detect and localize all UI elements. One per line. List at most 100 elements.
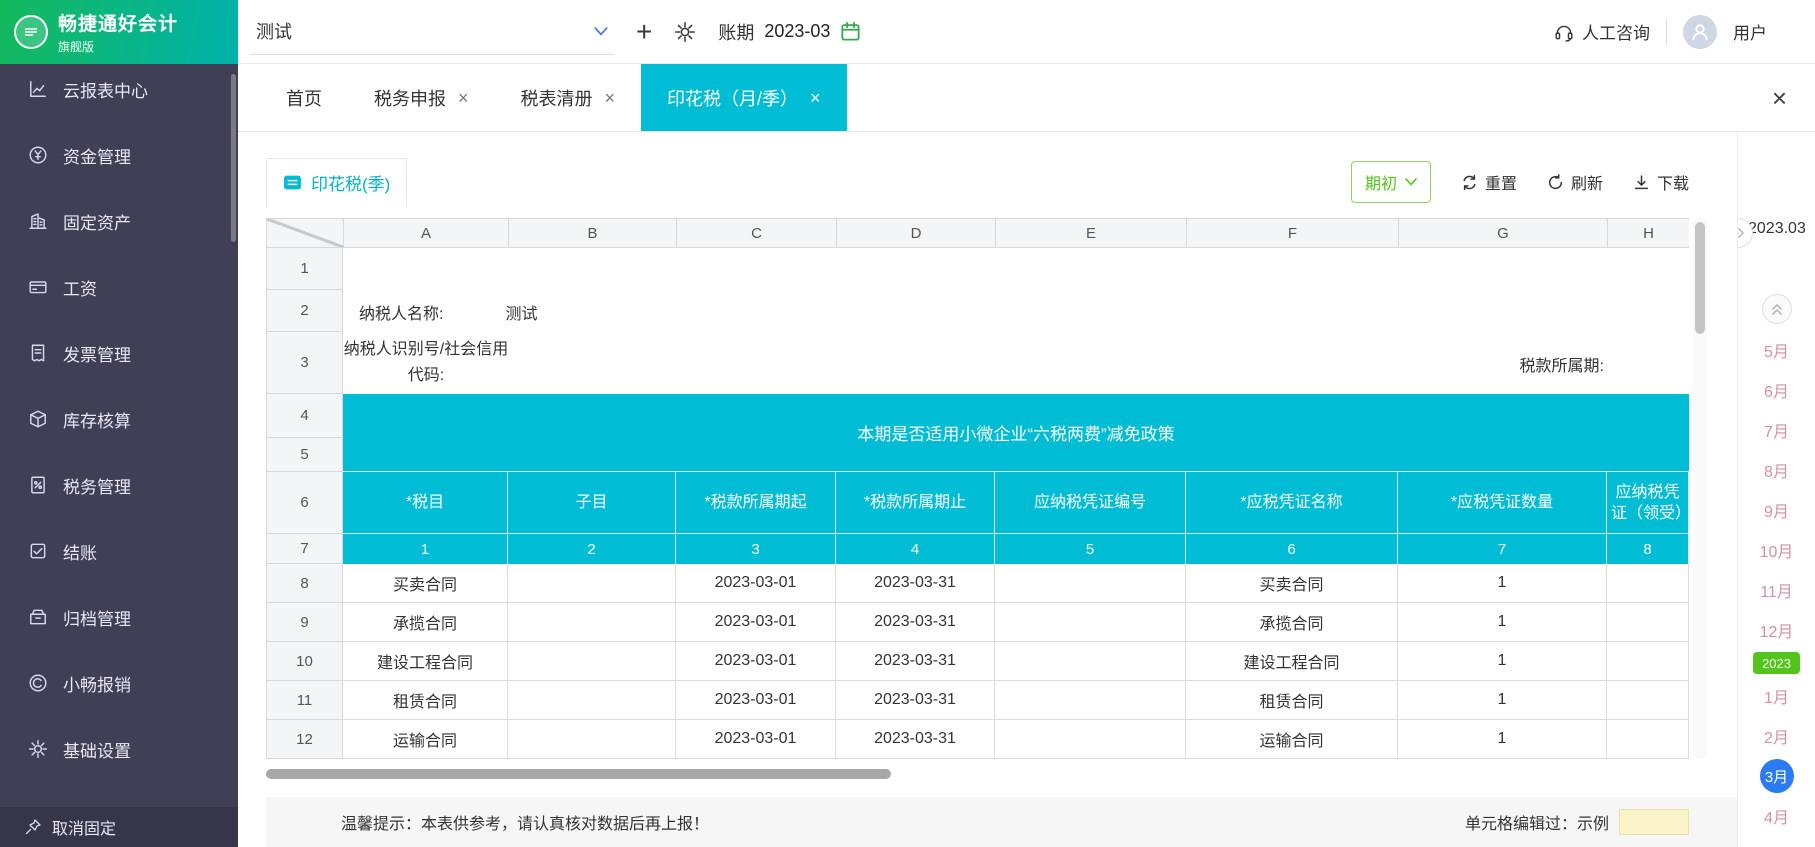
index-cell[interactable]: 3 bbox=[676, 534, 836, 564]
data-cell[interactable]: 租赁合同 bbox=[1186, 681, 1398, 720]
rail-month-10月[interactable]: 10月 bbox=[1738, 530, 1815, 570]
refresh-button[interactable]: 刷新 bbox=[1547, 170, 1603, 194]
header-cell[interactable]: 子目 bbox=[508, 472, 676, 534]
row-header-1[interactable]: 1 bbox=[266, 248, 343, 290]
index-cell[interactable]: 4 bbox=[836, 534, 995, 564]
rail-month-2月[interactable]: 2月 bbox=[1738, 716, 1815, 756]
index-cell[interactable]: 7 bbox=[1398, 534, 1607, 564]
row-header-10[interactable]: 10 bbox=[266, 642, 343, 681]
header-cell[interactable]: *税款所属期起 bbox=[676, 472, 836, 534]
data-cell[interactable]: 租赁合同 bbox=[343, 681, 508, 720]
scroll-to-top-button[interactable] bbox=[1761, 294, 1792, 324]
sidebar-item-3[interactable]: 工资 bbox=[0, 254, 238, 320]
rail-month-1月[interactable]: 1月 bbox=[1738, 676, 1815, 716]
tab-3[interactable]: 印花税（月/季） × bbox=[641, 64, 847, 131]
data-cell[interactable]: 买卖合同 bbox=[1186, 564, 1398, 603]
sidebar-item-11[interactable]: 新手引导 bbox=[0, 782, 238, 807]
sidebar-item-4[interactable]: 发票管理 bbox=[0, 320, 238, 386]
index-cell[interactable]: 8 bbox=[1607, 534, 1689, 564]
header-cell[interactable]: *应税凭证数量 bbox=[1398, 472, 1607, 534]
sidebar-item-2[interactable]: 固定资产 bbox=[0, 188, 238, 254]
period-value[interactable]: 2023-03 bbox=[764, 21, 830, 42]
tab-close-icon[interactable]: × bbox=[810, 89, 821, 107]
data-cell[interactable] bbox=[995, 681, 1186, 720]
header-cell[interactable]: 应纳税凭证（领受） bbox=[1607, 472, 1689, 534]
calendar-icon[interactable] bbox=[840, 21, 861, 42]
sidebar-item-1[interactable]: 资金管理 bbox=[0, 122, 238, 188]
unpin-sidebar-button[interactable]: 取消固定 bbox=[0, 807, 238, 847]
data-cell[interactable]: 2023-03-01 bbox=[676, 564, 836, 603]
data-cell[interactable] bbox=[1607, 681, 1689, 720]
rail-month-5月[interactable]: 5月 bbox=[1738, 330, 1815, 370]
data-cell[interactable] bbox=[995, 603, 1186, 642]
data-cell[interactable]: 2023-03-01 bbox=[676, 720, 836, 759]
download-button[interactable]: 下载 bbox=[1633, 170, 1689, 194]
data-cell[interactable] bbox=[508, 603, 676, 642]
index-cell[interactable]: 1 bbox=[343, 534, 508, 564]
data-cell[interactable] bbox=[508, 642, 676, 681]
add-account-button[interactable]: + bbox=[636, 17, 652, 46]
horizontal-scrollbar[interactable] bbox=[266, 769, 1689, 779]
reset-button[interactable]: 重置 bbox=[1461, 170, 1517, 194]
support-button[interactable]: 人工咨询 bbox=[1554, 19, 1650, 44]
data-cell[interactable]: 2023-03-31 bbox=[836, 642, 995, 681]
row-header-6[interactable]: 6 bbox=[266, 472, 343, 534]
data-cell[interactable]: 2023-03-01 bbox=[676, 681, 836, 720]
data-cell[interactable]: 承揽合同 bbox=[1186, 603, 1398, 642]
data-cell[interactable]: 2023-03-31 bbox=[836, 681, 995, 720]
data-cell[interactable]: 2023-03-31 bbox=[836, 564, 995, 603]
data-cell[interactable]: 1 bbox=[1398, 681, 1607, 720]
header-cell[interactable]: 应纳税凭证编号 bbox=[995, 472, 1186, 534]
tab-1[interactable]: 税务申报 × bbox=[348, 64, 495, 131]
data-cell[interactable]: 1 bbox=[1398, 564, 1607, 603]
policy-banner-row[interactable]: 本期是否适用小微企业“六税两费”减免政策 bbox=[343, 394, 1689, 472]
column-header-D[interactable]: D bbox=[836, 218, 995, 248]
sheet-subtab[interactable]: 印花税(季) bbox=[266, 158, 408, 206]
data-cell[interactable]: 2023-03-01 bbox=[676, 642, 836, 681]
user-menu[interactable]: 用户 bbox=[1733, 19, 1767, 44]
rail-month-6月[interactable]: 6月 bbox=[1738, 370, 1815, 410]
header-cell[interactable]: *应税凭证名称 bbox=[1186, 472, 1398, 534]
data-cell[interactable] bbox=[1607, 603, 1689, 642]
row-header-5[interactable]: 5 bbox=[266, 438, 343, 472]
vertical-scrollbar-thumb[interactable] bbox=[1695, 222, 1705, 334]
data-cell[interactable]: 1 bbox=[1398, 642, 1607, 681]
data-cell[interactable] bbox=[995, 642, 1186, 681]
data-cell[interactable]: 运输合同 bbox=[343, 720, 508, 759]
data-cell[interactable]: 2023-03-31 bbox=[836, 603, 995, 642]
column-header-C[interactable]: C bbox=[676, 218, 836, 248]
sidebar-item-8[interactable]: 归档管理 bbox=[0, 584, 238, 650]
data-cell[interactable] bbox=[508, 681, 676, 720]
sidebar-scrollbar[interactable] bbox=[231, 74, 236, 242]
sidebar-item-6[interactable]: 税务管理 bbox=[0, 452, 238, 518]
rail-month-12月[interactable]: 12月 bbox=[1738, 610, 1815, 650]
data-cell[interactable]: 1 bbox=[1398, 720, 1607, 759]
index-cell[interactable]: 2 bbox=[508, 534, 676, 564]
row-header-9[interactable]: 9 bbox=[266, 603, 343, 642]
data-cell[interactable] bbox=[1607, 720, 1689, 759]
rail-month-3月[interactable]: 3月 bbox=[1738, 756, 1815, 796]
tab-close-icon[interactable]: × bbox=[605, 89, 616, 107]
rail-month-7月[interactable]: 7月 bbox=[1738, 410, 1815, 450]
data-cell[interactable]: 2023-03-31 bbox=[836, 720, 995, 759]
index-cell[interactable]: 5 bbox=[995, 534, 1186, 564]
data-cell[interactable]: 运输合同 bbox=[1186, 720, 1398, 759]
tab-2[interactable]: 税表清册 × bbox=[495, 64, 642, 131]
row-header-11[interactable]: 11 bbox=[266, 681, 343, 720]
data-cell[interactable]: 1 bbox=[1398, 603, 1607, 642]
sidebar-item-5[interactable]: 库存核算 bbox=[0, 386, 238, 452]
row-header-2[interactable]: 2 bbox=[266, 290, 343, 332]
data-cell[interactable]: 承揽合同 bbox=[343, 603, 508, 642]
rail-month-8月[interactable]: 8月 bbox=[1738, 450, 1815, 490]
rail-month-9月[interactable]: 9月 bbox=[1738, 490, 1815, 530]
header-cell[interactable]: *税款所属期止 bbox=[836, 472, 995, 534]
avatar[interactable] bbox=[1683, 14, 1717, 49]
column-header-G[interactable]: G bbox=[1398, 218, 1607, 248]
vertical-scrollbar[interactable] bbox=[1693, 218, 1707, 759]
data-cell[interactable] bbox=[995, 720, 1186, 759]
tab-0[interactable]: 首页 bbox=[260, 64, 348, 131]
row-header-4[interactable]: 4 bbox=[266, 394, 343, 438]
data-cell[interactable] bbox=[1607, 564, 1689, 603]
tab-close-icon[interactable]: × bbox=[458, 89, 469, 107]
sidebar-item-7[interactable]: 结账 bbox=[0, 518, 238, 584]
